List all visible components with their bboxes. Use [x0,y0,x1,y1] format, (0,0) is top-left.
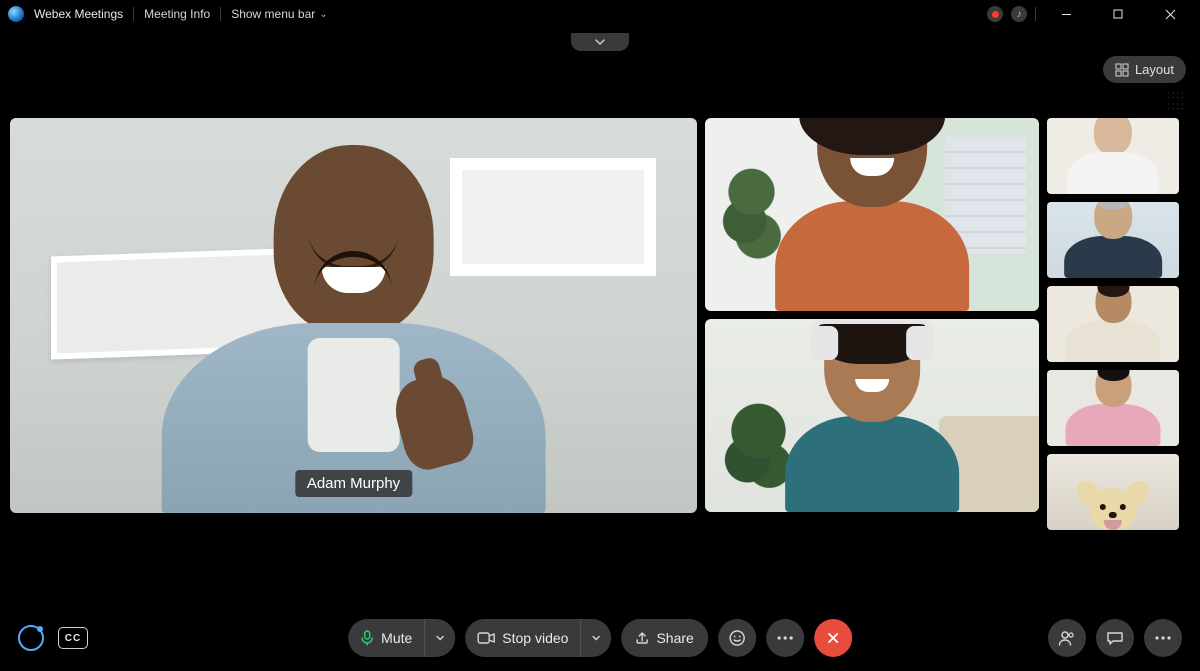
recording-indicator-icon[interactable] [987,6,1003,22]
closed-captions-button[interactable]: CC [58,627,88,649]
share-button[interactable]: Share [621,619,707,657]
divider [220,7,221,21]
close-icon [826,631,840,645]
layout-grid-icon [1115,63,1129,77]
participant-tile[interactable] [705,319,1039,512]
participants-panel-button[interactable] [1048,619,1086,657]
video-stage: Adam Murphy [10,118,1186,597]
app-name: Webex Meetings [34,7,123,21]
mute-label: Mute [381,630,412,646]
meeting-info-menu[interactable]: Meeting Info [144,7,210,21]
stop-video-button[interactable]: Stop video [465,619,611,657]
layout-button-label: Layout [1135,62,1174,77]
participant-thumbnail[interactable] [1047,118,1179,194]
microphone-icon [360,630,374,646]
bottom-toolbar: CC Mute Stop video Share [0,605,1200,671]
more-horizontal-icon [1155,636,1171,640]
title-bar: Webex Meetings Meeting Info Show menu ba… [0,0,1200,28]
chevron-down-icon: ⌄ [319,9,327,20]
active-speaker-tile[interactable]: Adam Murphy [10,118,697,513]
titlebar-expand-handle[interactable] [571,33,629,51]
mute-options-button[interactable] [424,619,455,657]
panel-drag-handle-icon[interactable]: :::::::: [1167,90,1186,112]
share-label: Share [656,630,693,646]
window-minimize-button[interactable] [1044,0,1088,28]
audio-settings-icon[interactable] [1011,6,1027,22]
layout-button[interactable]: Layout [1103,56,1186,83]
participant-thumbnail[interactable] [1047,454,1179,530]
participant-tile[interactable] [705,118,1039,311]
speaker-name-label: Adam Murphy [295,470,412,497]
more-horizontal-icon [777,636,793,640]
participant-thumbnail[interactable] [1047,286,1179,362]
stop-video-label: Stop video [502,630,568,646]
webex-logo-icon [8,6,24,22]
participant-thumbnail[interactable] [1047,202,1179,278]
end-call-button[interactable] [814,619,852,657]
divider [133,7,134,21]
video-options-button[interactable] [580,619,611,657]
panel-options-button[interactable] [1144,619,1182,657]
chat-panel-button[interactable] [1096,619,1134,657]
window-close-button[interactable] [1148,0,1192,28]
smile-icon [728,629,746,647]
window-maximize-button[interactable] [1096,0,1140,28]
show-menu-bar-toggle[interactable]: Show menu bar ⌄ [231,7,327,21]
chat-icon [1106,630,1124,646]
chevron-down-icon [591,633,601,643]
webex-assistant-button[interactable] [18,625,44,651]
participant-thumbnail[interactable] [1047,370,1179,446]
reactions-button[interactable] [718,619,756,657]
more-options-button[interactable] [766,619,804,657]
camera-icon [477,631,495,645]
divider [1035,7,1036,21]
share-screen-icon [635,631,649,645]
mute-button[interactable]: Mute [348,619,455,657]
show-menu-bar-label: Show menu bar [231,7,315,21]
chevron-down-icon [435,633,445,643]
participants-icon [1058,630,1076,646]
